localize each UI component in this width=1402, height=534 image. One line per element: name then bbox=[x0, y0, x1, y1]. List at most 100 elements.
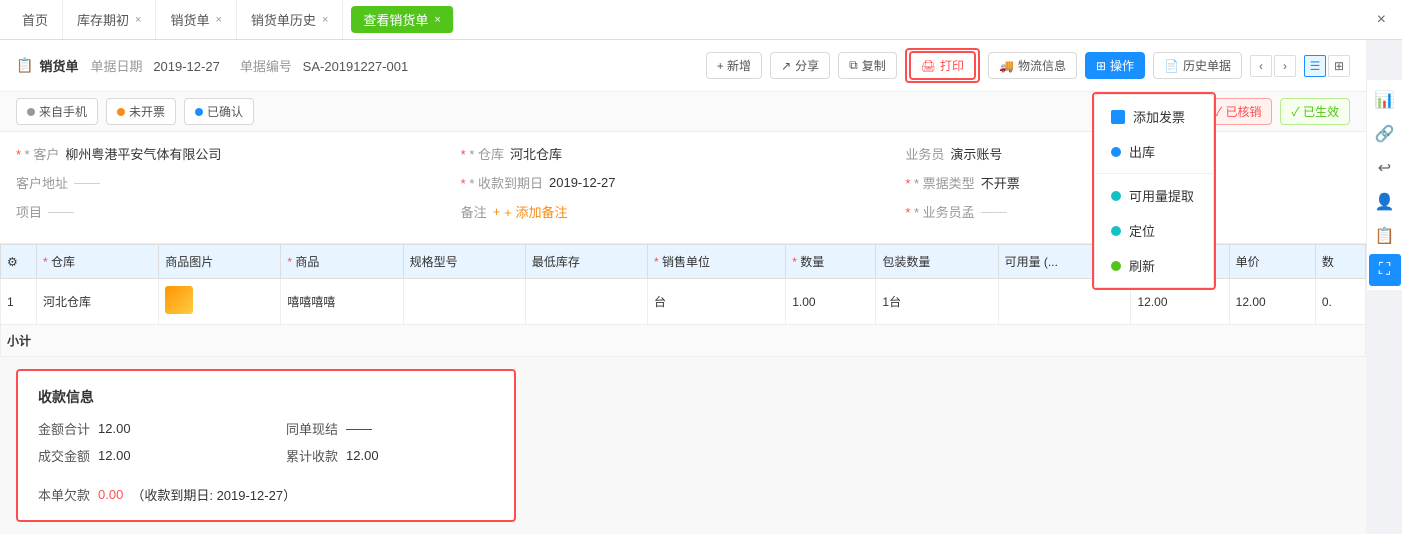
tab-sales-history[interactable]: 销货单历史 × bbox=[237, 0, 343, 39]
share-icon: ↗ bbox=[781, 59, 791, 73]
confirm-dot bbox=[195, 108, 203, 116]
sidebar-icon-link[interactable]: 🔗 bbox=[1369, 118, 1401, 150]
refresh-icon bbox=[1111, 261, 1121, 271]
from-phone-button[interactable]: 来自手机 bbox=[16, 98, 98, 125]
row-unit-price: 12.00 bbox=[1229, 279, 1315, 325]
total-amount-item: 金额合计 12.00 bbox=[38, 419, 246, 438]
payment-title: 收款信息 bbox=[38, 387, 494, 407]
note-label: 备注 bbox=[461, 202, 487, 221]
tab-bar: 首页 库存期初 × 销货单 × 销货单历史 × 查看销货单 × × bbox=[0, 0, 1402, 40]
due-date-note: （收款到期日: 2019-12-27） bbox=[131, 485, 296, 504]
print-icon: 🖨 bbox=[921, 59, 936, 73]
doc-number-label: 单据编号 SA-20191227-001 bbox=[240, 56, 408, 75]
sidebar-icon-doc[interactable]: 📋 bbox=[1369, 220, 1401, 252]
grid-view-button[interactable]: ⊞ bbox=[1328, 55, 1350, 77]
dropdown-container: 添加发票 出库 可用量提取 定位 刷新 bbox=[1092, 92, 1216, 290]
address-value: —— bbox=[74, 175, 100, 190]
print-highlight-box: 🖨 打印 bbox=[905, 48, 980, 83]
share-button[interactable]: ↗ 分享 bbox=[770, 52, 830, 79]
row-warehouse: 河北仓库 bbox=[37, 279, 159, 325]
col-sales-unit: * 销售单位 bbox=[648, 245, 786, 279]
row-index: 1 bbox=[1, 279, 37, 325]
from-phone-dot bbox=[27, 108, 35, 116]
close-view-sales-tab-icon[interactable]: × bbox=[434, 14, 440, 26]
row-pack-qty: 1台 bbox=[876, 279, 998, 325]
status-badges: ✓ 已核销 ✓ 已生效 bbox=[1203, 98, 1350, 125]
col-gear: ⚙ bbox=[1, 245, 37, 279]
doc-type-label: 销货单 bbox=[39, 56, 78, 75]
view-buttons: ☰ ⊞ bbox=[1304, 55, 1350, 77]
payment-box: 收款信息 金额合计 12.00 同单现结 —— 成交金额 12.00 bbox=[16, 369, 516, 522]
ticket-type-label: * 票据类型 bbox=[905, 173, 974, 192]
close-sales-tab-icon[interactable]: × bbox=[215, 14, 221, 26]
customer-label: * 客户 bbox=[16, 144, 59, 163]
new-button[interactable]: + 新增 bbox=[706, 52, 762, 79]
total-amount-value: 12.00 bbox=[98, 421, 131, 436]
subtotal-label: 小计 bbox=[1, 325, 1366, 357]
tab-bar-close-button[interactable]: × bbox=[1369, 11, 1394, 29]
history-button[interactable]: 📄 历史单据 bbox=[1153, 52, 1242, 79]
doc-date-label: 单据日期 2019-12-27 bbox=[90, 56, 219, 75]
warehouse-field: * 仓库 河北仓库 bbox=[461, 144, 906, 163]
salesperson-label: 业务员 bbox=[905, 144, 944, 163]
logistics-button[interactable]: 🚚 物流信息 bbox=[988, 52, 1077, 79]
available-qty-item[interactable]: 可用量提取 bbox=[1095, 178, 1213, 213]
tab-sales-order[interactable]: 销货单 × bbox=[156, 0, 236, 39]
operation-button[interactable]: ⊞ 操作 bbox=[1085, 52, 1145, 79]
list-view-button[interactable]: ☰ bbox=[1304, 55, 1326, 77]
confirm-button[interactable]: 已确认 bbox=[184, 98, 254, 125]
col-warehouse: * 仓库 bbox=[37, 245, 159, 279]
right-sidebar: 📊 🔗 ↩ 👤 📋 ⛶ bbox=[1366, 80, 1402, 290]
row-spec bbox=[403, 279, 525, 325]
prev-arrow[interactable]: ‹ bbox=[1250, 55, 1272, 77]
nav-arrows: ‹ › bbox=[1250, 55, 1296, 77]
outbound-item[interactable]: 出库 bbox=[1095, 134, 1213, 169]
project-field: 项目 —— bbox=[16, 202, 461, 221]
salesperson-value: 演示账号 bbox=[950, 144, 1002, 163]
print-button[interactable]: 🖨 打印 bbox=[909, 51, 976, 80]
close-inventory-tab-icon[interactable]: × bbox=[135, 14, 141, 26]
tab-history-label: 销货单历史 bbox=[251, 10, 316, 29]
warehouse-value: 河北仓库 bbox=[510, 144, 562, 163]
transaction-value: 12.00 bbox=[98, 448, 131, 463]
add-invoice-item[interactable]: 添加发票 bbox=[1095, 99, 1213, 134]
row-amount: 0. bbox=[1315, 279, 1365, 325]
transaction-amount-item: 成交金额 12.00 bbox=[38, 446, 246, 465]
available-qty-icon bbox=[1111, 191, 1121, 201]
col-amount: 数 bbox=[1315, 245, 1365, 279]
operations-dropdown: 添加发票 出库 可用量提取 定位 刷新 bbox=[1094, 94, 1214, 288]
doc-meta: 单据日期 2019-12-27 单据编号 SA-20191227-001 bbox=[90, 56, 408, 75]
salesperson2-label: * 业务员孟 bbox=[905, 202, 974, 221]
salesperson2-value: —— bbox=[981, 204, 1007, 219]
sidebar-icon-undo[interactable]: ↩ bbox=[1369, 152, 1401, 184]
row-min-stock bbox=[525, 279, 647, 325]
tab-view-sales-label: 查看销货单 bbox=[363, 10, 428, 29]
outbound-icon bbox=[1111, 147, 1121, 157]
row-product: 嘻嘻嘻嘻 bbox=[281, 279, 403, 325]
subtotal-row: 小计 bbox=[1, 325, 1366, 357]
doc-header: 📋 销货单 单据日期 2019-12-27 单据编号 SA-20191227-0… bbox=[0, 40, 1366, 92]
col-product-img: 商品图片 bbox=[159, 245, 281, 279]
refresh-item[interactable]: 刷新 bbox=[1095, 248, 1213, 283]
locate-item[interactable]: 定位 bbox=[1095, 213, 1213, 248]
doc-title: 📋 销货单 bbox=[16, 56, 78, 75]
sidebar-icon-chart[interactable]: 📊 bbox=[1369, 84, 1401, 116]
tab-home[interactable]: 首页 bbox=[8, 0, 63, 39]
note-field: 备注 + + 添加备注 bbox=[461, 202, 906, 221]
logistics-icon: 🚚 bbox=[999, 59, 1014, 73]
current-due-full-item: 本单欠款 0.00 （收款到期日: 2019-12-27） bbox=[38, 485, 494, 504]
tab-view-sales[interactable]: 查看销货单 × bbox=[351, 6, 453, 33]
next-arrow[interactable]: › bbox=[1274, 55, 1296, 77]
sidebar-icon-user[interactable]: 👤 bbox=[1369, 186, 1401, 218]
customer-value: 柳州粤港平安气体有限公司 bbox=[65, 144, 221, 163]
close-history-tab-icon[interactable]: × bbox=[322, 14, 328, 26]
not-open-ticket-button[interactable]: 未开票 bbox=[106, 98, 176, 125]
payment-section: 收款信息 金额合计 12.00 同单现结 —— 成交金额 12.00 bbox=[0, 357, 1366, 534]
add-note-button[interactable]: + + 添加备注 bbox=[493, 202, 568, 221]
tab-inventory-label: 库存期初 bbox=[77, 10, 129, 29]
payment-date-label: * 收款到期日 bbox=[461, 173, 543, 192]
tab-inventory-init[interactable]: 库存期初 × bbox=[63, 0, 156, 39]
total-amount-label: 金额合计 bbox=[38, 419, 90, 438]
sidebar-icon-expand[interactable]: ⛶ bbox=[1369, 254, 1401, 286]
copy-button[interactable]: ⧉ 复制 bbox=[838, 52, 897, 79]
